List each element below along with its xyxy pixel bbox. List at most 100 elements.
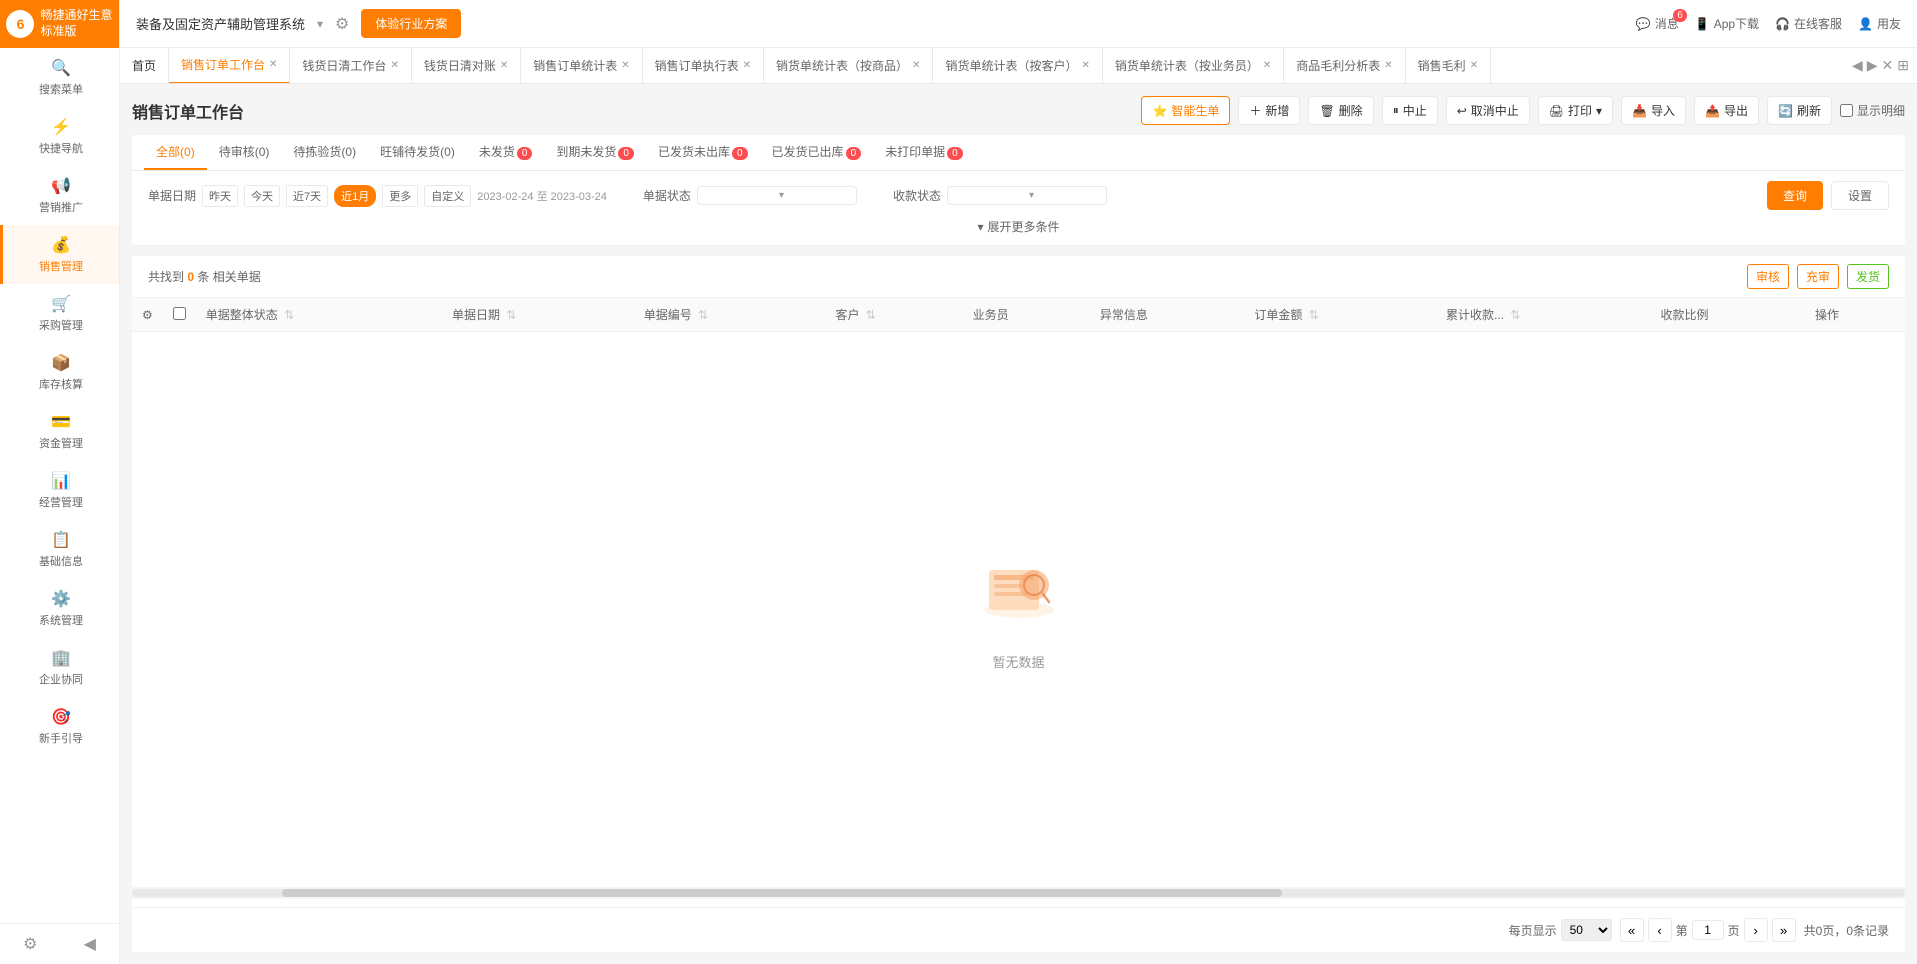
- first-page-button[interactable]: «: [1620, 918, 1644, 942]
- sidebar-item-basic-info[interactable]: 📋 基础信息: [0, 520, 119, 579]
- tabs-expand-icon[interactable]: ⊞: [1897, 57, 1909, 74]
- tab-cash-daily[interactable]: 钱货日清工作台 ✕: [290, 48, 411, 84]
- per-page-select[interactable]: 50 10 20 100: [1561, 919, 1612, 941]
- date-7days-btn[interactable]: 近7天: [286, 185, 328, 207]
- date-1month-btn[interactable]: 近1月: [334, 185, 376, 207]
- date-custom-btn[interactable]: 自定义: [424, 185, 471, 207]
- scroll-thumb[interactable]: [282, 889, 1282, 897]
- sub-tab-shipped-not-out[interactable]: 已发货未出库0: [646, 135, 760, 170]
- horizontal-scrollbar[interactable]: [132, 887, 1905, 899]
- collapse-icon[interactable]: ◀: [84, 934, 96, 954]
- smart-generate-button[interactable]: ⭐ 智能生单: [1141, 96, 1230, 125]
- payment-select[interactable]: ▾: [947, 186, 1107, 205]
- settings-icon[interactable]: ⚙: [23, 934, 37, 954]
- review-button[interactable]: 审核: [1747, 264, 1789, 289]
- tab-close-icon[interactable]: ✕: [269, 59, 277, 70]
- tab-sales-workbench[interactable]: 销售订单工作台 ✕: [169, 48, 290, 84]
- online-service-button[interactable]: 🎧 在线客服: [1775, 15, 1842, 32]
- sub-tab-unshipped[interactable]: 未发货0: [467, 135, 545, 170]
- sub-tab-wangpu-ship[interactable]: 旺铺待发货(0): [368, 135, 467, 170]
- message-button[interactable]: 💬 消息 6: [1636, 15, 1679, 32]
- sidebar-item-newbie[interactable]: 🎯 新手引导: [0, 697, 119, 756]
- export-button[interactable]: 📤 导出: [1694, 96, 1759, 125]
- col-settings[interactable]: ⚙: [132, 298, 163, 332]
- tab-sales-stat-staff[interactable]: 销货单统计表（按业务员） ✕: [1103, 48, 1284, 84]
- tab-sales-stat-customer[interactable]: 销货单统计表（按客户） ✕: [933, 48, 1102, 84]
- sort-icon[interactable]: ⇅: [506, 308, 516, 322]
- tab-cash-reconcile[interactable]: 钱货日清对账 ✕: [412, 48, 521, 84]
- next-page-button[interactable]: ›: [1744, 918, 1768, 942]
- sidebar-item-inventory[interactable]: 📦 库存核算: [0, 343, 119, 402]
- expand-filters-button[interactable]: ▾ 展开更多条件: [977, 218, 1059, 235]
- import-button[interactable]: 📥 导入: [1621, 96, 1686, 125]
- date-today-btn[interactable]: 今天: [244, 185, 280, 207]
- sub-tab-shipped-out[interactable]: 已发货已出库0: [760, 135, 874, 170]
- industry-solution-button[interactable]: 体验行业方案: [361, 9, 461, 38]
- tab-close-icon[interactable]: ✕: [1384, 60, 1392, 71]
- col-check[interactable]: [163, 298, 196, 332]
- pagination: 每页显示 50 10 20 100 « ‹ 第 页 › »: [132, 907, 1905, 952]
- sub-tab-unprinted[interactable]: 未打印单据0: [873, 135, 975, 170]
- sidebar-item-purchase[interactable]: 🛒 采购管理: [0, 284, 119, 343]
- tab-close-icon[interactable]: ✕: [1081, 60, 1089, 71]
- pause-button[interactable]: ⏸ 中止: [1382, 96, 1438, 125]
- sidebar-item-quick-nav[interactable]: ⚡ 快捷导航: [0, 107, 119, 166]
- tab-sales-gross[interactable]: 销售毛利 ✕: [1406, 48, 1491, 84]
- sidebar-item-enterprise[interactable]: 🏢 企业协同: [0, 638, 119, 697]
- sidebar-item-search[interactable]: 🔍 搜索菜单: [0, 48, 119, 107]
- tab-close-icon[interactable]: ✕: [1263, 60, 1271, 71]
- sidebar-item-finance[interactable]: 💳 资金管理: [0, 402, 119, 461]
- show-detail-input[interactable]: [1840, 104, 1853, 117]
- tab-sales-stat-product[interactable]: 销货单统计表（按商品） ✕: [764, 48, 933, 84]
- last-page-button[interactable]: »: [1772, 918, 1796, 942]
- ship-button[interactable]: 发货: [1847, 264, 1889, 289]
- refresh-button[interactable]: 🔄 刷新: [1767, 96, 1832, 125]
- sub-tab-expired-unshipped[interactable]: 到期未发货0: [544, 135, 646, 170]
- topbar-settings-icon[interactable]: ⚙: [335, 14, 349, 34]
- tab-close-icon[interactable]: ✕: [743, 60, 751, 71]
- tab-close-icon[interactable]: ✕: [912, 60, 920, 71]
- tabs-prev-icon[interactable]: ◀: [1852, 57, 1863, 74]
- prev-page-button[interactable]: ‹: [1648, 918, 1672, 942]
- sub-tab-pending-review[interactable]: 待审核(0): [207, 135, 282, 170]
- print-button[interactable]: 🖨 打印 ▾: [1538, 96, 1613, 125]
- sort-icon[interactable]: ⇅: [1309, 308, 1319, 322]
- tabs-close-icon[interactable]: ✕: [1882, 57, 1894, 74]
- query-button[interactable]: 查询: [1767, 181, 1823, 210]
- sidebar-item-marketing[interactable]: 📢 营销推广: [0, 166, 119, 225]
- tabs-next-icon[interactable]: ▶: [1867, 57, 1878, 74]
- tab-sales-stat[interactable]: 销售订单统计表 ✕: [521, 48, 642, 84]
- user-menu-button[interactable]: 👤 用友: [1858, 15, 1901, 32]
- tab-close-icon[interactable]: ✕: [1470, 60, 1478, 71]
- page-input[interactable]: [1692, 920, 1724, 940]
- tab-close-icon[interactable]: ✕: [390, 60, 398, 71]
- status-select[interactable]: ▾: [697, 186, 857, 205]
- show-detail-checkbox[interactable]: 显示明细: [1840, 102, 1905, 119]
- tab-close-icon[interactable]: ✕: [621, 60, 629, 71]
- sort-icon[interactable]: ⇅: [866, 308, 876, 322]
- add-button[interactable]: ＋ 新增: [1238, 96, 1300, 125]
- tab-sales-exec[interactable]: 销售订单执行表 ✕: [643, 48, 764, 84]
- sort-icon[interactable]: ⇅: [698, 308, 708, 322]
- cancel-pause-button[interactable]: ↩ 取消中止: [1446, 96, 1530, 125]
- tab-product-margin[interactable]: 商品毛利分析表 ✕: [1284, 48, 1405, 84]
- sidebar-item-operations[interactable]: 📊 经营管理: [0, 461, 119, 520]
- tab-close-icon[interactable]: ✕: [500, 60, 508, 71]
- select-all-checkbox[interactable]: [173, 307, 186, 320]
- un-review-button[interactable]: 充审: [1797, 264, 1839, 289]
- date-yesterday-btn[interactable]: 昨天: [202, 185, 238, 207]
- tab-home[interactable]: 首页: [120, 48, 169, 84]
- sub-tab-all[interactable]: 全部(0): [144, 135, 207, 170]
- main-area: 装备及固定资产辅助管理系统 ▾ ⚙ 体验行业方案 💬 消息 6 📱 App下载 …: [120, 0, 1917, 964]
- sub-tab-pending-check[interactable]: 待拣验货(0): [281, 135, 368, 170]
- date-more-btn[interactable]: 更多: [382, 185, 418, 207]
- delete-button[interactable]: 🗑 删除: [1308, 96, 1373, 125]
- set-button[interactable]: 设置: [1831, 181, 1889, 210]
- sort-icon[interactable]: ⇅: [1510, 308, 1520, 322]
- tabs-overflow: ◀ ▶ ✕ ⊞: [1844, 57, 1917, 74]
- sidebar-item-sales[interactable]: 💰 销售管理: [0, 225, 119, 284]
- sidebar-item-system[interactable]: ⚙️ 系统管理: [0, 579, 119, 638]
- sort-icon[interactable]: ⇅: [284, 308, 294, 322]
- app-download-button[interactable]: 📱 App下载: [1695, 15, 1759, 32]
- dropdown-arrow-icon[interactable]: ▾: [317, 17, 323, 31]
